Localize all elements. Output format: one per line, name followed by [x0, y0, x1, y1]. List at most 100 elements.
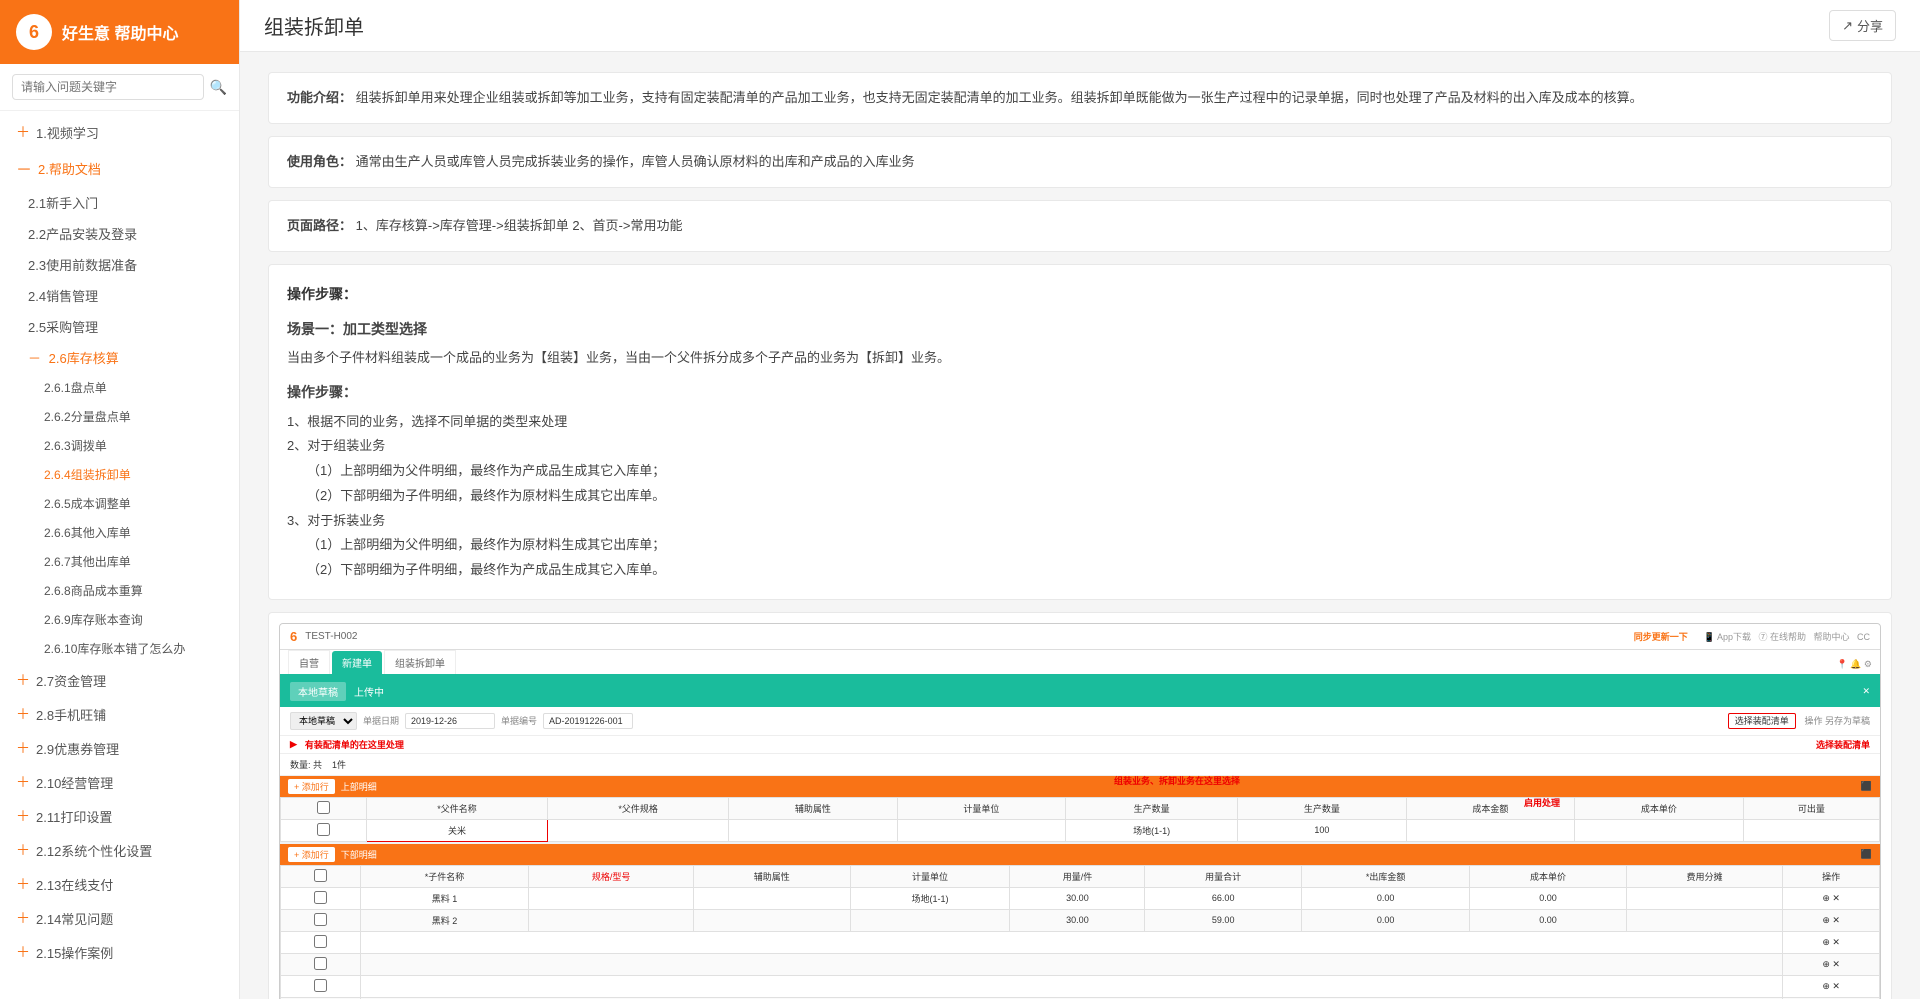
- search-button[interactable]: 🔍: [210, 79, 227, 96]
- sim-side-icons: 📍 🔔 ⚙: [1837, 659, 1872, 674]
- lh-col-qty-per: 用量/件: [1010, 865, 1145, 887]
- sidebar-item-2-1[interactable]: 2.1新手入门: [0, 187, 239, 218]
- sidebar-item-2-6-2[interactable]: 2.6.2分量盘点单: [0, 402, 239, 431]
- lr5-ops: ⊕ ✕: [1783, 975, 1880, 997]
- step2-1: （1）上部明细为父件明细，最终作为产成品生成其它入库单；: [287, 459, 1873, 484]
- sidebar-item-2-6-minus: －: [28, 351, 41, 366]
- plus-icon-2-14: ＋: [16, 908, 30, 928]
- sidebar-item-2-6-4[interactable]: 2.6.4组装拆卸单: [0, 460, 239, 489]
- sim-check-all[interactable]: [317, 801, 330, 814]
- lr2-qty-per: 30.00: [1010, 909, 1145, 931]
- sim-topbar: 6 TEST-H002 同步更新一下 📱 App下载 ⑦ 在线帮助 帮助中心 C…: [280, 624, 1880, 650]
- step1: 1、根据不同的业务，选择不同单据的类型来处理: [287, 410, 1873, 435]
- role-label: 使用角色：: [287, 154, 352, 169]
- lr5-check[interactable]: [314, 979, 327, 992]
- sidebar-item-2-15[interactable]: ＋ 2.15操作案例: [0, 935, 239, 969]
- annotation2-text: 选择装配清单: [1816, 738, 1870, 751]
- lr1-check[interactable]: [314, 891, 327, 904]
- sim-lower-table: *子件名称 规格/型号 辅助属性 计量单位 用量/件 用量合计 *出库金额 成本…: [280, 865, 1880, 999]
- scene1-desc: 当由多个子件材料组装成一个成品的业务为【组装】业务，当由一个父件拆分成多个子产品…: [287, 346, 1873, 371]
- sim-logo: 6: [290, 629, 297, 644]
- sim-row1-checkbox[interactable]: [317, 823, 330, 836]
- sidebar-item-2-6-10[interactable]: 2.6.10库存账本错了怎么办: [0, 634, 239, 663]
- lh-col-ops: 操作: [1783, 865, 1880, 887]
- sim-top-right: 📱 App下载 ⑦ 在线帮助 帮助中心 CC: [1704, 630, 1870, 643]
- annotation1-arrow: ▶: [290, 739, 297, 750]
- sim-no-value: AD-20191226-001: [543, 713, 633, 729]
- sim-tab-ziy[interactable]: 自营: [288, 650, 330, 674]
- path-block: 页面路径： 1、库存核算->库存管理->组装拆卸单 2、首页->常用功能: [268, 200, 1892, 252]
- share-button[interactable]: ↗ 分享: [1829, 10, 1896, 41]
- sidebar-item-2-5[interactable]: 2.5采购管理: [0, 311, 239, 342]
- sim-lower-row-3: ⊕ ✕: [281, 931, 1880, 953]
- sidebar-item-2-9[interactable]: ＋ 2.9优惠券管理: [0, 731, 239, 765]
- sim-lower-row-4: ⊕ ✕: [281, 953, 1880, 975]
- sim-add-row-btn2[interactable]: + 添加行: [288, 847, 335, 862]
- lr3-ops: ⊕ ✕: [1783, 931, 1880, 953]
- sidebar-item-2-6-1[interactable]: 2.6.1盘点单: [0, 373, 239, 402]
- sim-add-row-btn[interactable]: + 添加行: [288, 779, 335, 794]
- sim-close-icon[interactable]: ✕: [1862, 686, 1870, 697]
- lr2-out-amount: 0.00: [1301, 909, 1469, 931]
- sim-expand-icon2[interactable]: ⬛: [1861, 849, 1872, 860]
- lr1-qty-per: 30.00: [1010, 887, 1145, 909]
- lr5-empty: [360, 975, 1782, 997]
- op-steps-label: 操作步骤：: [287, 281, 1873, 308]
- sim-uploading-tab[interactable]: 上传中: [354, 684, 384, 699]
- lr2-check[interactable]: [314, 913, 327, 926]
- sim-config-btn[interactable]: 选择装配清单: [1728, 713, 1796, 729]
- lr2-cost-unit: 0.00: [1470, 909, 1627, 931]
- lh-check: [281, 865, 361, 887]
- sidebar: 6 好生意 帮助中心 🔍 ＋ 1.视频学习 － 2.帮助文档 2.1新手入门 2…: [0, 0, 240, 999]
- sidebar-item-1[interactable]: ＋ 1.视频学习: [0, 115, 239, 149]
- lr1-aux: [694, 887, 851, 909]
- scene1-label: 场景一：加工类型选择: [287, 316, 1873, 343]
- lr4-check[interactable]: [314, 957, 327, 970]
- sidebar-item-2-2[interactable]: 2.2产品安装及登录: [0, 218, 239, 249]
- sidebar-item-2-6-3[interactable]: 2.6.3调拨单: [0, 431, 239, 460]
- sim-upper-table: *父件名称 *父件规格 辅助属性 计量单位 生产数量 生产数量 成本金额 成本单…: [280, 797, 1880, 842]
- lh-col-qty-total: 用量合计: [1145, 865, 1302, 887]
- sim-col-cost-unit: 成本单价: [1575, 797, 1744, 819]
- role-text: 通常由生产人员或库管人员完成拆装业务的操作，库管人员确认原材料的出库和产成品的入…: [356, 154, 915, 169]
- sidebar-item-2-12[interactable]: ＋ 2.12系统个性化设置: [0, 833, 239, 867]
- sidebar-item-2-7[interactable]: ＋ 2.7资金管理: [0, 663, 239, 697]
- lh-col-cost-unit: 成本单价: [1470, 865, 1627, 887]
- sim-date-value: 2019-12-26: [405, 713, 495, 729]
- sidebar-item-2-6-6[interactable]: 2.6.6其他入库单: [0, 518, 239, 547]
- lr1-ops: ⊕ ✕: [1783, 887, 1880, 909]
- sim-tab-new[interactable]: 新建单: [332, 651, 382, 674]
- sidebar-item-2-6-9[interactable]: 2.6.9库存账本查询: [0, 605, 239, 634]
- sidebar-item-2[interactable]: － 2.帮助文档: [0, 149, 239, 187]
- sidebar-item-2-4[interactable]: 2.4销售管理: [0, 280, 239, 311]
- sim-expand-icon[interactable]: ⬛: [1861, 781, 1872, 792]
- sim-local-draft-tab[interactable]: 本地草稿: [290, 682, 346, 701]
- sim-ui: 6 TEST-H002 同步更新一下 📱 App下载 ⑦ 在线帮助 帮助中心 C…: [279, 623, 1881, 999]
- sidebar-item-2-10[interactable]: ＋ 2.10经营管理: [0, 765, 239, 799]
- sidebar-item-2-3[interactable]: 2.3使用前数据准备: [0, 249, 239, 280]
- sim-date-label: 单据日期: [363, 714, 399, 727]
- lh-check-all[interactable]: [314, 869, 327, 882]
- sidebar-item-2-11[interactable]: ＋ 2.11打印设置: [0, 799, 239, 833]
- search-input[interactable]: [12, 74, 204, 100]
- plus-icon-2-15: ＋: [16, 942, 30, 962]
- lr3-check[interactable]: [314, 935, 327, 948]
- sidebar-item-2-6-8[interactable]: 2.6.8商品成本重算: [0, 576, 239, 605]
- plus-icon-2-9: ＋: [16, 738, 30, 758]
- path-label: 页面路径：: [287, 218, 352, 233]
- sim-row1-spec: [548, 819, 729, 841]
- lr2-unit: [850, 909, 1010, 931]
- sidebar-item-2-6-5[interactable]: 2.6.5成本调整单: [0, 489, 239, 518]
- sidebar-item-2-6[interactable]: － 2.6库存核算: [0, 342, 239, 373]
- lr1-spec: [529, 887, 694, 909]
- sidebar-item-2-14[interactable]: ＋ 2.14常见问题: [0, 901, 239, 935]
- sim-type-select[interactable]: 本地草稿 组装: [290, 712, 357, 730]
- sim-count-row: 数量: 共 1件: [280, 754, 1880, 776]
- sim-section-label: 上部明细: [341, 780, 377, 793]
- sidebar-item-2-6-7[interactable]: 2.6.7其他出库单: [0, 547, 239, 576]
- sim-tab-zztcd[interactable]: 组装拆卸单: [384, 650, 456, 674]
- sidebar-item-2-8[interactable]: ＋ 2.8手机旺铺: [0, 697, 239, 731]
- logo-icon: 6: [16, 14, 52, 50]
- lr2-qty-total: 59.00: [1145, 909, 1302, 931]
- sidebar-item-2-13[interactable]: ＋ 2.13在线支付: [0, 867, 239, 901]
